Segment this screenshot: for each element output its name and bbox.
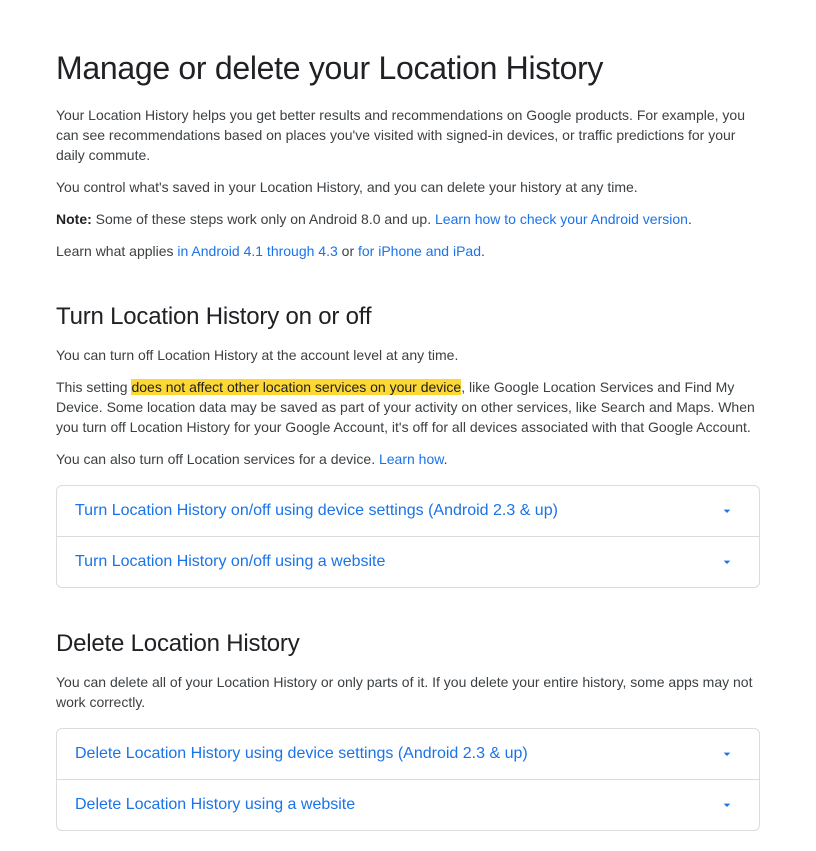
accordion-title: Turn Location History on/off using devic…	[75, 502, 558, 520]
highlighted-text: does not affect other location services …	[131, 379, 461, 395]
p2-pre: This setting	[56, 379, 131, 395]
learn-pre: Learn what applies	[56, 243, 177, 259]
p3-period: .	[444, 451, 448, 467]
accordion-turn-device-settings[interactable]: Turn Location History on/off using devic…	[57, 486, 759, 537]
android-version-link[interactable]: Learn how to check your Android version	[435, 211, 688, 227]
accordion-group-delete: Delete Location History using device set…	[56, 728, 760, 831]
accordion-title: Delete Location History using a website	[75, 796, 355, 814]
section-heading-turn: Turn Location History on or off	[56, 303, 760, 331]
note-label: Note:	[56, 211, 92, 227]
section1-p1: You can turn off Location History at the…	[56, 345, 760, 365]
accordion-group-turn: Turn Location History on/off using devic…	[56, 485, 760, 588]
chevron-down-icon	[717, 744, 737, 764]
p3-pre: You can also turn off Location services …	[56, 451, 379, 467]
intro-paragraph-1: Your Location History helps you get bett…	[56, 105, 760, 165]
learn-paragraph: Learn what applies in Android 4.1 throug…	[56, 241, 760, 261]
intro-paragraph-2: You control what's saved in your Locatio…	[56, 177, 760, 197]
chevron-down-icon	[717, 501, 737, 521]
section1-p2: This setting does not affect other locat…	[56, 377, 760, 437]
accordion-turn-website[interactable]: Turn Location History on/off using a web…	[57, 537, 759, 587]
learn-mid: or	[338, 243, 358, 259]
accordion-delete-website[interactable]: Delete Location History using a website	[57, 780, 759, 830]
accordion-title: Delete Location History using device set…	[75, 745, 528, 763]
learn-period: .	[481, 243, 485, 259]
iphone-ipad-link[interactable]: for iPhone and iPad	[358, 243, 481, 259]
accordion-title: Turn Location History on/off using a web…	[75, 553, 385, 571]
learn-how-link[interactable]: Learn how	[379, 451, 444, 467]
section2-p1: You can delete all of your Location Hist…	[56, 672, 760, 712]
note-period: .	[688, 211, 692, 227]
chevron-down-icon	[717, 552, 737, 572]
section-heading-delete: Delete Location History	[56, 630, 760, 658]
note-text: Some of these steps work only on Android…	[92, 211, 435, 227]
accordion-delete-device-settings[interactable]: Delete Location History using device set…	[57, 729, 759, 780]
chevron-down-icon	[717, 795, 737, 815]
note-paragraph: Note: Some of these steps work only on A…	[56, 209, 760, 229]
section1-p3: You can also turn off Location services …	[56, 449, 760, 469]
android-41-43-link[interactable]: in Android 4.1 through 4.3	[177, 243, 337, 259]
page-title: Manage or delete your Location History	[56, 50, 760, 87]
